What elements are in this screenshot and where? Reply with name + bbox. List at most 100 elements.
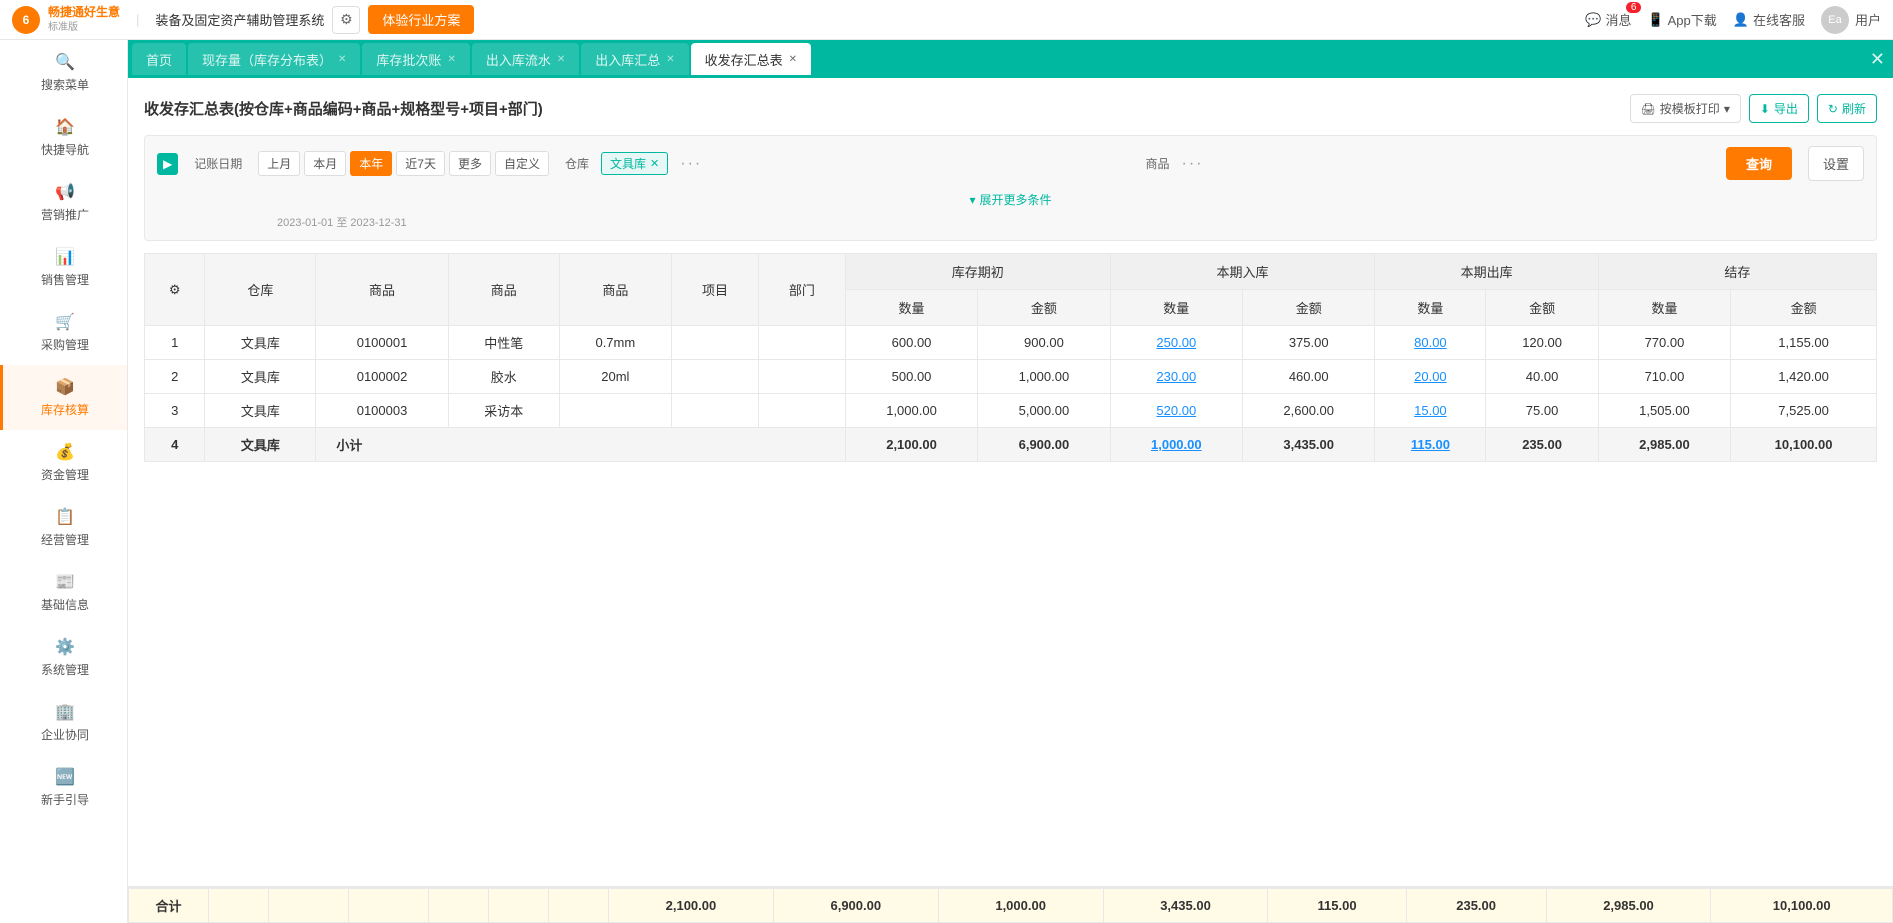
sidebar-item-guide[interactable]: 🆕 新手引导 [0,755,127,820]
sidebar-item-quick-nav[interactable]: 🏠 快捷导航 [0,105,127,170]
tab-stock-dist-close[interactable]: ✕ [338,54,346,65]
subtotal-row: 4 文具库 小计 2,100.00 6,900.00 1,000.00 3,43… [145,428,1877,462]
sidebar-item-operation[interactable]: 📋 经营管理 [0,495,127,560]
sidebar-item-basic[interactable]: 📰 基础信息 [0,560,127,625]
message-badge: 6 [1626,2,1642,13]
tab-batch[interactable]: 库存批次账 ✕ [362,43,469,75]
row3-in-qty[interactable]: 520.00 [1110,394,1242,428]
sidebar-item-system[interactable]: ⚙️ 系统管理 [0,625,127,690]
date-btn-more[interactable]: 更多 [449,151,491,176]
tab-flow[interactable]: 出入库流水 ✕ [472,43,579,75]
col-in-amt-header: 金额 [1243,290,1375,326]
row1-in-amt: 375.00 [1243,326,1375,360]
data-table: ⚙ 仓库 商品 商品 商品 项目 部门 库存期初 本期入库 本期出库 结存 [144,253,1877,462]
user-label: 用户 [1855,10,1881,29]
warehouse-tag-close[interactable]: ✕ [650,157,659,170]
row3-out-qty[interactable]: 15.00 [1375,394,1486,428]
row1-warehouse: 文具库 [205,326,316,360]
header-actions: 🖨 按模板打印 ▾ ⬇ 导出 ↻ 刷新 [1630,94,1877,123]
total-close-qty: 2,985.00 [1546,889,1711,923]
refresh-button[interactable]: ↻ 刷新 [1817,94,1877,123]
message-button[interactable]: 💬 消息 6 [1585,10,1631,29]
date-btn-this-month[interactable]: 本月 [304,151,346,176]
purchase-icon: 🛒 [55,312,75,332]
try-button[interactable]: 体验行业方案 [368,5,474,34]
settings-icon[interactable]: ⚙ [169,282,181,297]
sidebar-item-corp[interactable]: 🏢 企业协同 [0,690,127,755]
close-icon[interactable]: ✕ [1870,49,1885,70]
subtotal-out-qty[interactable]: 115.00 [1375,428,1486,462]
online-service-button[interactable]: 👤 在线客服 [1733,10,1805,29]
col-out-amt-header: 金额 [1486,290,1598,326]
total-placeholder2 [269,889,349,923]
corp-icon: 🏢 [55,702,75,722]
refresh-icon: ↻ [1828,102,1838,116]
col-settings[interactable]: ⚙ [145,254,205,326]
date-btn-7days[interactable]: 近7天 [396,151,445,176]
date-btn-this-year[interactable]: 本年 [350,151,392,176]
tab-flow-close[interactable]: ✕ [557,54,565,65]
export-button[interactable]: ⬇ 导出 [1749,94,1809,123]
row3-index: 3 [145,394,205,428]
tab-stock-dist[interactable]: 现存量（库存分布表） ✕ [188,43,360,75]
col-opening-group-header: 库存期初 [845,254,1110,290]
gear-button[interactable]: ⚙ [332,6,360,34]
date-range-text: 2023-01-01 至 2023-12-31 [277,214,1864,230]
user-area[interactable]: Ea 用户 [1821,6,1881,34]
row2-code: 0100002 [316,360,448,394]
total-in-amt: 3,435.00 [1103,889,1268,923]
subtotal-in-qty[interactable]: 1,000.00 [1110,428,1242,462]
subtotal-out-amt: 235.00 [1486,428,1598,462]
row2-spec: 20ml [559,360,671,394]
tab-home[interactable]: 首页 [132,43,186,75]
page-title: 收发存汇总表(按仓库+商品编码+商品+规格型号+项目+部门) [144,98,543,119]
sidebar-item-finance[interactable]: 💰 资金管理 [0,430,127,495]
sidebar-item-marketing[interactable]: 📢 营销推广 [0,170,127,235]
tab-collect-label: 收发存汇总表 [705,50,783,69]
tab-summary[interactable]: 出入库汇总 ✕ [581,43,688,75]
sidebar-item-purchase[interactable]: 🛒 采购管理 [0,300,127,365]
tab-flow-label: 出入库流水 [486,50,551,69]
query-button[interactable]: 查询 [1726,147,1792,180]
app-download-label: App下载 [1668,10,1717,29]
sidebar-item-label: 快捷导航 [41,141,89,158]
filter-collapse-button[interactable]: ▶ [157,153,178,175]
row2-out-qty[interactable]: 20.00 [1375,360,1486,394]
row1-out-amt: 120.00 [1486,326,1598,360]
total-placeholder4 [429,889,489,923]
tab-collect[interactable]: 收发存汇总表 ✕ [691,43,811,75]
col-project-header: 项目 [671,254,758,326]
main-layout: 🔍 搜索菜单 🏠 快捷导航 📢 营销推广 📊 销售管理 🛒 采购管理 📦 库存核… [0,40,1893,923]
date-btn-last-month[interactable]: 上月 [258,151,300,176]
sidebar-item-label: 采购管理 [41,336,89,353]
tab-bar-close[interactable]: ✕ [1870,40,1885,78]
app-subtitle: 标准版 [48,21,120,34]
print-label: 按模板打印 [1660,100,1720,117]
col-close-qty-header: 数量 [1598,290,1730,326]
app-download-button[interactable]: 📱 App下载 [1647,10,1716,29]
date-btn-custom[interactable]: 自定义 [495,151,549,176]
settings-small-button[interactable]: 设置 [1808,146,1864,181]
content-area: 首页 现存量（库存分布表） ✕ 库存批次账 ✕ 出入库流水 ✕ 出入库汇总 ✕ … [128,40,1893,923]
row3-project [671,394,758,428]
service-icon: 👤 [1733,12,1749,28]
top-bar-right: 💬 消息 6 📱 App下载 👤 在线客服 Ea 用户 [1585,6,1881,34]
tab-batch-close[interactable]: ✕ [447,54,455,65]
row1-index: 1 [145,326,205,360]
row1-in-qty[interactable]: 250.00 [1110,326,1242,360]
home-icon: 🏠 [55,117,75,137]
sidebar-item-search[interactable]: 🔍 搜索菜单 [0,40,127,105]
tab-collect-close[interactable]: ✕ [789,54,797,65]
expand-more-button[interactable]: ▾ 展开更多条件 [965,187,1055,212]
row3-open-amt: 5,000.00 [978,394,1110,428]
table-row: 2 文具库 0100002 胶水 20ml 500.00 1,000.00 23… [145,360,1877,394]
goods-more-button[interactable]: ··· [1182,155,1204,173]
row2-in-qty[interactable]: 230.00 [1110,360,1242,394]
print-button[interactable]: 🖨 按模板打印 ▾ [1630,94,1741,123]
row1-out-qty[interactable]: 80.00 [1375,326,1486,360]
warehouse-more-button[interactable]: ··· [680,155,702,173]
sidebar-item-sales[interactable]: 📊 销售管理 [0,235,127,300]
tab-summary-close[interactable]: ✕ [666,54,674,65]
total-open-qty: 2,100.00 [609,889,774,923]
sidebar-item-inventory[interactable]: 📦 库存核算 [0,365,127,430]
